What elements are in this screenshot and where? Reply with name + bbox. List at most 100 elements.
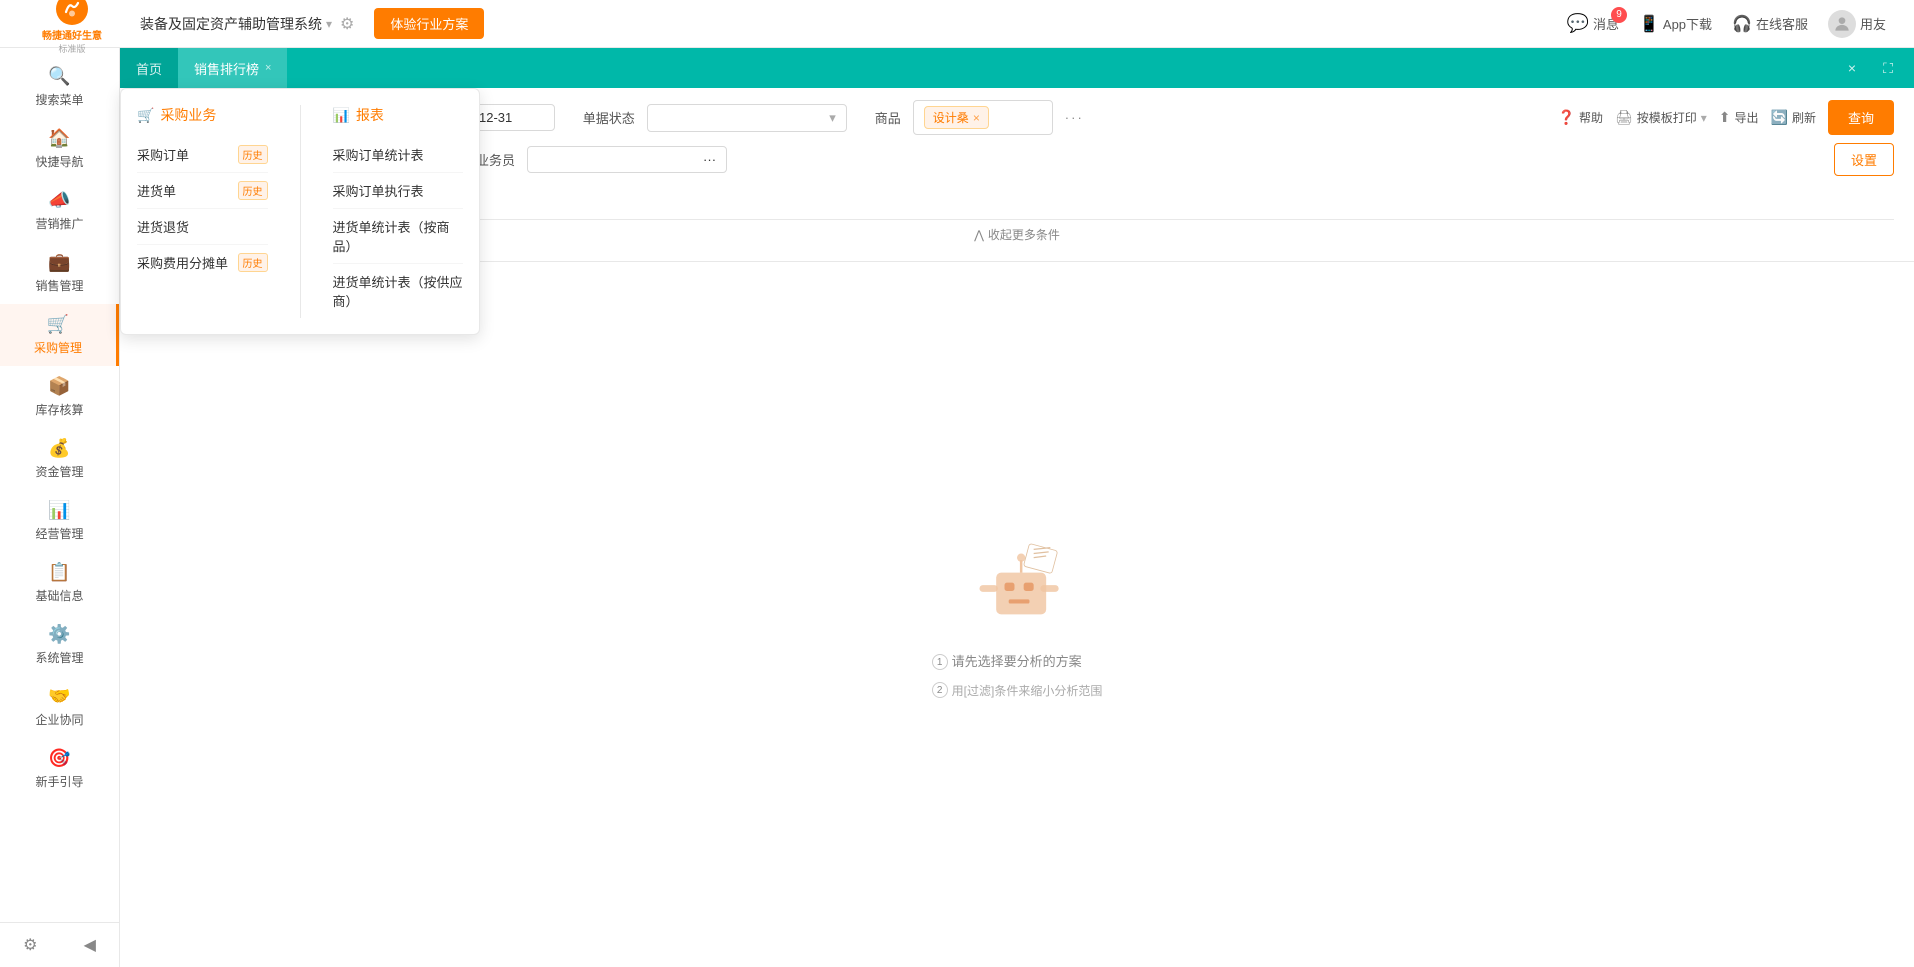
- header-right: 💬 9 消息 📱 App下载 🎧 在线客服 用友: [1567, 10, 1886, 38]
- dropdown-item-order-exec[interactable]: 采购订单执行表: [333, 173, 464, 209]
- collapse-up-icon: ⋀: [974, 228, 984, 242]
- app-download-label: App下载: [1663, 14, 1712, 33]
- sidebar-item-sales[interactable]: 💼 销售管理: [0, 242, 119, 304]
- operations-icon: 📊: [48, 500, 70, 521]
- sidebar-item-finance[interactable]: 💰 资金管理: [0, 428, 119, 490]
- sidebar-item-quick-nav[interactable]: 🏠 快捷导航: [0, 118, 119, 180]
- dropdown-item-expense[interactable]: 采购费用分摊单 历史: [137, 245, 268, 280]
- query-button[interactable]: 查询: [1828, 100, 1894, 135]
- marketing-icon: 📣: [48, 190, 70, 211]
- sidebar-item-search[interactable]: 🔍 搜索菜单: [0, 56, 119, 118]
- inventory-icon: 📦: [48, 376, 70, 397]
- print-button[interactable]: 🖨 按模板打印 ▾: [1615, 109, 1707, 126]
- sidebar-item-label: 销售管理: [35, 277, 83, 294]
- goods-tag-close[interactable]: ×: [973, 111, 980, 125]
- logo-area: 畅捷通好生意 标准版: [12, 0, 132, 55]
- logo-icon: [56, 0, 88, 25]
- system-title-dropdown[interactable]: 装备及固定资产辅助管理系统 ▾: [140, 14, 332, 34]
- sidebar-item-label: 资金管理: [35, 463, 83, 480]
- print-icon: 🖨: [1615, 109, 1633, 126]
- refresh-button[interactable]: 🔄 刷新: [1771, 109, 1816, 126]
- top-header: 畅捷通好生意 标准版 装备及固定资产辅助管理系统 ▾ ⚙ 体验行业方案 💬 9 …: [0, 0, 1914, 48]
- salesperson-label: 业务员: [476, 150, 515, 169]
- settings-icon[interactable]: ⚙: [340, 14, 354, 34]
- phone-icon: 📱: [1639, 14, 1659, 34]
- purchase-business-title: 🛒 采购业务: [137, 105, 268, 125]
- sidebar-item-marketing[interactable]: 📣 营销推广: [0, 180, 119, 242]
- export-button[interactable]: ⬆ 导出: [1719, 109, 1759, 126]
- app-download-area[interactable]: 📱 App下载: [1639, 14, 1712, 34]
- tab-maximize-button[interactable]: ⛶: [1874, 54, 1902, 82]
- sidebar-item-label: 经营管理: [35, 525, 83, 542]
- tab-close-icon[interactable]: ×: [265, 62, 271, 74]
- sidebar-item-inventory[interactable]: 📦 库存核算: [0, 366, 119, 428]
- system-title-text: 装备及固定资产辅助管理系统: [140, 14, 322, 34]
- empty-tip-2: 2 用[过滤]条件来缩小分析范围: [932, 682, 1103, 699]
- tab-bar: 首页 销售排行榜 × × ⛶: [120, 48, 1914, 88]
- step-1-icon: 1: [932, 654, 948, 670]
- dropdown-item-order-stats[interactable]: 采购订单统计表: [333, 137, 464, 173]
- history-badge-purchase-order: 历史: [238, 145, 268, 164]
- notification-icon: 💬: [1567, 13, 1589, 34]
- sidebar-item-guide[interactable]: 🎯 新手引导: [0, 738, 119, 800]
- doc-status-label: 单据状态: [583, 108, 635, 127]
- tab-close-button[interactable]: ×: [1838, 54, 1866, 82]
- sidebar-item-base-info[interactable]: 📋 基础信息: [0, 552, 119, 614]
- dropdown-item-return[interactable]: 进货退货: [137, 209, 268, 245]
- empty-state-area: 1 请先选择要分析的方案 2 用[过滤]条件来缩小分析范围: [120, 262, 1914, 967]
- purchase-business-col: 🛒 采购业务 采购订单 历史 进货单 历史 进货退货 采购费用分摊单 历史: [137, 105, 268, 318]
- dropdown-item-incoming-stats-supplier[interactable]: 进货单统计表（按供应商）: [333, 264, 464, 318]
- dropdown-item-incoming[interactable]: 进货单 历史: [137, 173, 268, 209]
- sidebar-item-system[interactable]: ⚙️ 系统管理: [0, 614, 119, 676]
- logo-text: 畅捷通好生意 标准版: [42, 27, 102, 55]
- sidebar-item-label: 营销推广: [35, 215, 83, 232]
- sidebar-item-label: 基础信息: [35, 587, 83, 604]
- reports-col: 📊 报表 采购订单统计表 采购订单执行表 进货单统计表（按商品） 进货单统计表（…: [333, 105, 464, 318]
- sidebar-item-enterprise[interactable]: 🤝 企业协同: [0, 676, 119, 738]
- doc-status-select[interactable]: ▾: [647, 104, 847, 132]
- reports-col-icon: 📊: [333, 107, 350, 124]
- online-service-label: 在线客服: [1756, 14, 1808, 33]
- salesperson-more-icon: ···: [703, 152, 716, 167]
- sidebar-item-label: 搜索菜单: [35, 91, 83, 108]
- history-badge-incoming: 历史: [238, 181, 268, 200]
- avatar: [1828, 10, 1856, 38]
- sidebar: 🔍 搜索菜单 🏠 快捷导航 📣 营销推广 💼 销售管理 🛒 采购管理 📦 库存核…: [0, 48, 120, 967]
- tab-home-label: 首页: [136, 59, 162, 78]
- chevron-down-icon: ▾: [829, 110, 836, 126]
- sidebar-item-label: 采购管理: [34, 339, 82, 356]
- user-area[interactable]: 用友: [1828, 10, 1886, 38]
- purchase-dropdown-menu: 🛒 采购业务 采购订单 历史 进货单 历史 进货退货 采购费用分摊单 历史: [120, 88, 480, 335]
- tab-sales-rank-label: 销售排行榜: [194, 59, 259, 78]
- sidebar-item-label: 系统管理: [35, 649, 83, 666]
- sidebar-item-operations[interactable]: 📊 经营管理: [0, 490, 119, 552]
- sidebar-item-label: 快捷导航: [35, 153, 83, 170]
- tab-sales-rank[interactable]: 销售排行榜 ×: [178, 48, 287, 88]
- empty-tip-1: 1 请先选择要分析的方案: [932, 651, 1082, 674]
- industry-button[interactable]: 体验行业方案: [374, 8, 484, 39]
- goods-more-btn[interactable]: ···: [1065, 110, 1084, 125]
- dropdown-item-incoming-stats-goods[interactable]: 进货单统计表（按商品）: [333, 209, 464, 264]
- sidebar-item-purchase[interactable]: 🛒 采购管理: [0, 304, 119, 366]
- settings-button[interactable]: 设置: [1834, 143, 1894, 176]
- online-service-area[interactable]: 🎧 在线客服: [1732, 14, 1808, 34]
- notification-badge: 9: [1611, 7, 1627, 23]
- salesperson-select[interactable]: ···: [527, 146, 727, 173]
- sales-icon: 💼: [48, 252, 70, 273]
- dropdown-item-purchase-order[interactable]: 采购订单 历史: [137, 137, 268, 173]
- search-icon: 🔍: [48, 66, 70, 87]
- sidebar-collapse-button[interactable]: ◀: [84, 935, 96, 955]
- purchase-icon: 🛒: [47, 314, 69, 335]
- sidebar-item-label: 库存核算: [35, 401, 83, 418]
- goods-filter[interactable]: 设计桑 ×: [913, 100, 1053, 135]
- goods-label: 商品: [875, 108, 901, 127]
- sidebar-settings-button[interactable]: ⚙: [23, 935, 37, 955]
- notification-area[interactable]: 💬 9 消息: [1567, 13, 1619, 34]
- dropdown-arrow-icon: ▾: [326, 17, 332, 31]
- history-badge-expense: 历史: [238, 253, 268, 272]
- guide-icon: 🎯: [48, 748, 70, 769]
- help-button[interactable]: ❓ 帮助: [1558, 109, 1603, 126]
- user-label: 用友: [1860, 14, 1886, 33]
- sidebar-item-label: 企业协同: [35, 711, 83, 728]
- empty-illustration: [957, 531, 1077, 631]
